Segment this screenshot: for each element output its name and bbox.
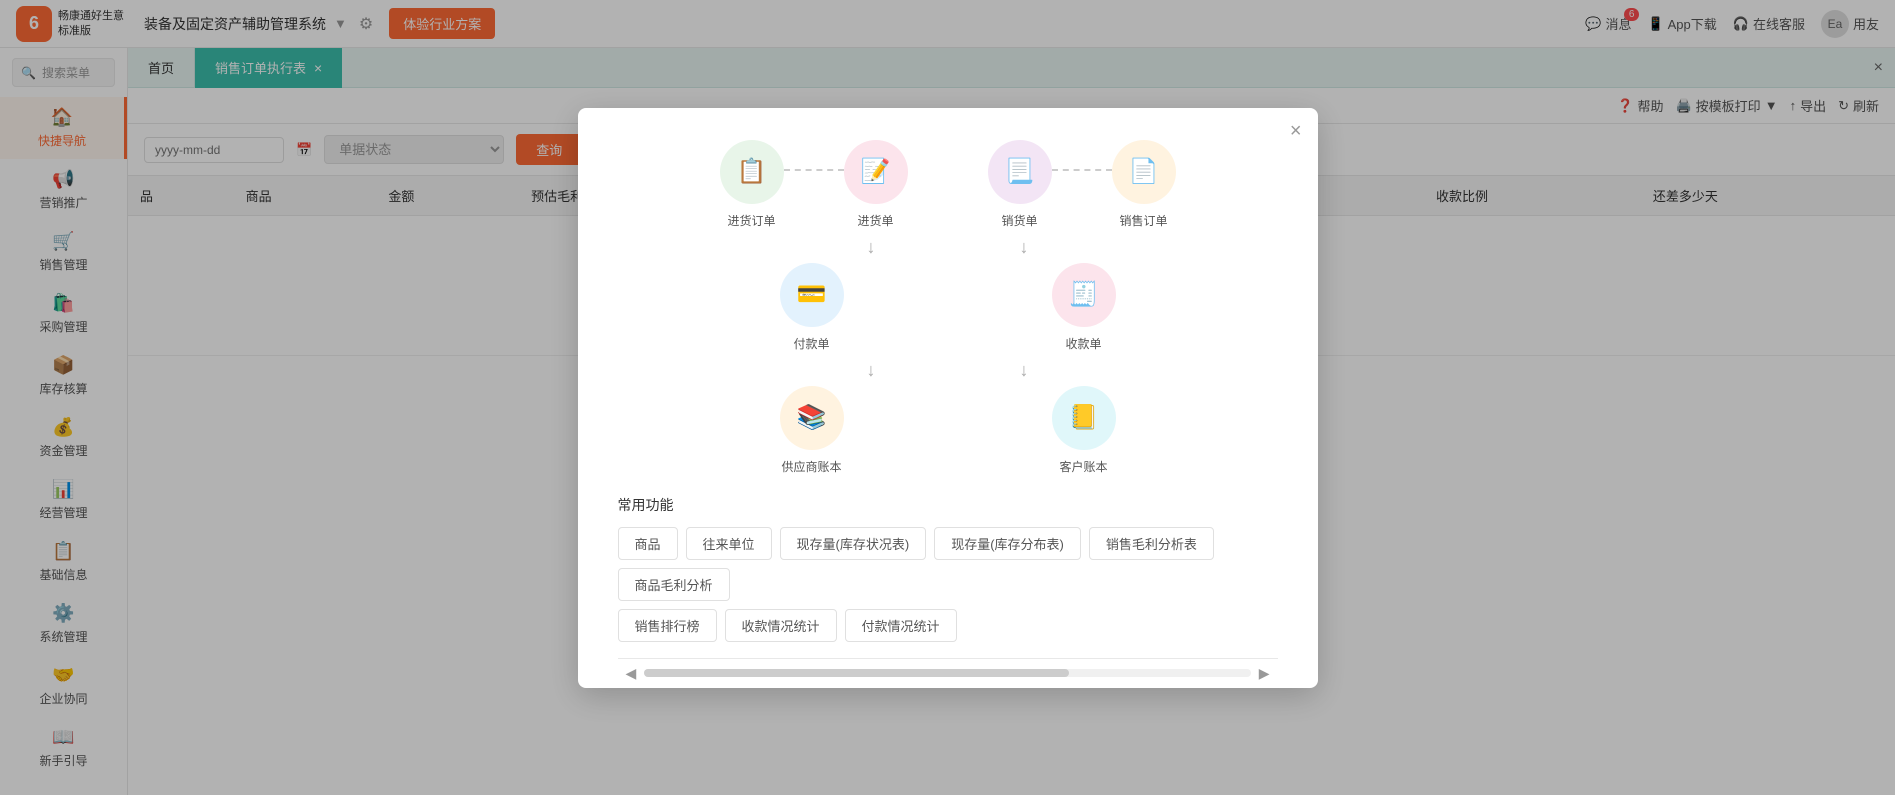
btn-contacts[interactable]: 往来单位	[686, 527, 772, 560]
scroll-left-arrow[interactable]: ◀	[626, 665, 637, 682]
arrow-v-3: ↓	[867, 356, 876, 386]
sales-order-icon: 📄	[1112, 140, 1176, 204]
purchase-order-label: 进货订单	[727, 212, 775, 229]
btn-sales-ranking[interactable]: 销售排行榜	[618, 609, 717, 642]
payment-icon: 💳	[780, 263, 844, 327]
common-buttons-row-2: 销售排行榜 收款情况统计 付款情况统计	[618, 609, 1278, 642]
receipt-icon: 🧾	[1052, 263, 1116, 327]
arrow-v-1: ↓	[867, 233, 876, 263]
common-functions-title: 常用功能	[618, 495, 1278, 515]
btn-product[interactable]: 商品	[618, 527, 678, 560]
flow-node-purchase-order: 📋 进货订单	[720, 140, 784, 229]
down-arrow-1: ↓	[867, 237, 876, 258]
scroll-bar-area: ◀ ▶	[618, 658, 1278, 688]
btn-stock-distribution[interactable]: 现存量(库存分布表)	[934, 527, 1081, 560]
btn-sales-gross-analysis[interactable]: 销售毛利分析表	[1089, 527, 1214, 560]
customer-ledger-icon: 📒	[1052, 386, 1116, 450]
arrow-h-1	[784, 169, 844, 171]
flow-node-purchase-slip: 📝 进货单	[844, 140, 908, 229]
customer-ledger-label: 客户账本	[1059, 458, 1107, 475]
down-arrow-3: ↓	[867, 360, 876, 381]
flow-node-receipt: 🧾 收款单	[1052, 263, 1116, 352]
receipt-label: 收款单	[1065, 335, 1101, 352]
quick-nav-modal: × 📋 进货订单 📝 进货单	[578, 108, 1318, 688]
flow-node-payment: 💳 付款单	[780, 263, 844, 352]
flow-node-sales-slip: 📃 销货单	[988, 140, 1052, 229]
sales-slip-icon: 📃	[988, 140, 1052, 204]
flow-node-sales-order: 📄 销售订单	[1112, 140, 1176, 229]
sales-order-label: 销售订单	[1119, 212, 1167, 229]
arrow-h-2	[1052, 169, 1112, 171]
modal-close-button[interactable]: ×	[1290, 120, 1302, 143]
sales-slip-label: 销货单	[1001, 212, 1037, 229]
btn-receipt-stats[interactable]: 收款情况统计	[725, 609, 837, 642]
btn-payment-stats[interactable]: 付款情况统计	[845, 609, 957, 642]
purchase-slip-icon: 📝	[844, 140, 908, 204]
common-buttons-row-1: 商品 往来单位 现存量(库存状况表) 现存量(库存分布表) 销售毛利分析表 商品…	[618, 527, 1278, 601]
arrow-v-2: ↓	[1020, 233, 1029, 263]
btn-product-gross-analysis[interactable]: 商品毛利分析	[618, 568, 730, 601]
common-functions-section: 常用功能 商品 往来单位 现存量(库存状况表) 现存量(库存分布表) 销售毛利分…	[618, 495, 1278, 658]
scroll-track	[644, 669, 1250, 677]
modal-overlay[interactable]: × 📋 进货订单 📝 进货单	[0, 0, 1895, 795]
payment-label: 付款单	[793, 335, 829, 352]
purchase-slip-label: 进货单	[857, 212, 893, 229]
supplier-ledger-icon: 📚	[780, 386, 844, 450]
down-arrow-2: ↓	[1020, 237, 1029, 258]
supplier-ledger-label: 供应商账本	[781, 458, 841, 475]
scroll-thumb[interactable]	[644, 669, 1069, 677]
arrow-v-4: ↓	[1020, 356, 1029, 386]
down-arrow-4: ↓	[1020, 360, 1029, 381]
scroll-right-arrow[interactable]: ▶	[1259, 665, 1270, 682]
modal-body: 📋 进货订单 📝 进货单 📃 销	[578, 108, 1318, 688]
btn-stock-status[interactable]: 现存量(库存状况表)	[780, 527, 927, 560]
purchase-order-icon: 📋	[720, 140, 784, 204]
flow-node-supplier-ledger: 📚 供应商账本	[780, 386, 844, 475]
flow-node-customer-ledger: 📒 客户账本	[1052, 386, 1116, 475]
